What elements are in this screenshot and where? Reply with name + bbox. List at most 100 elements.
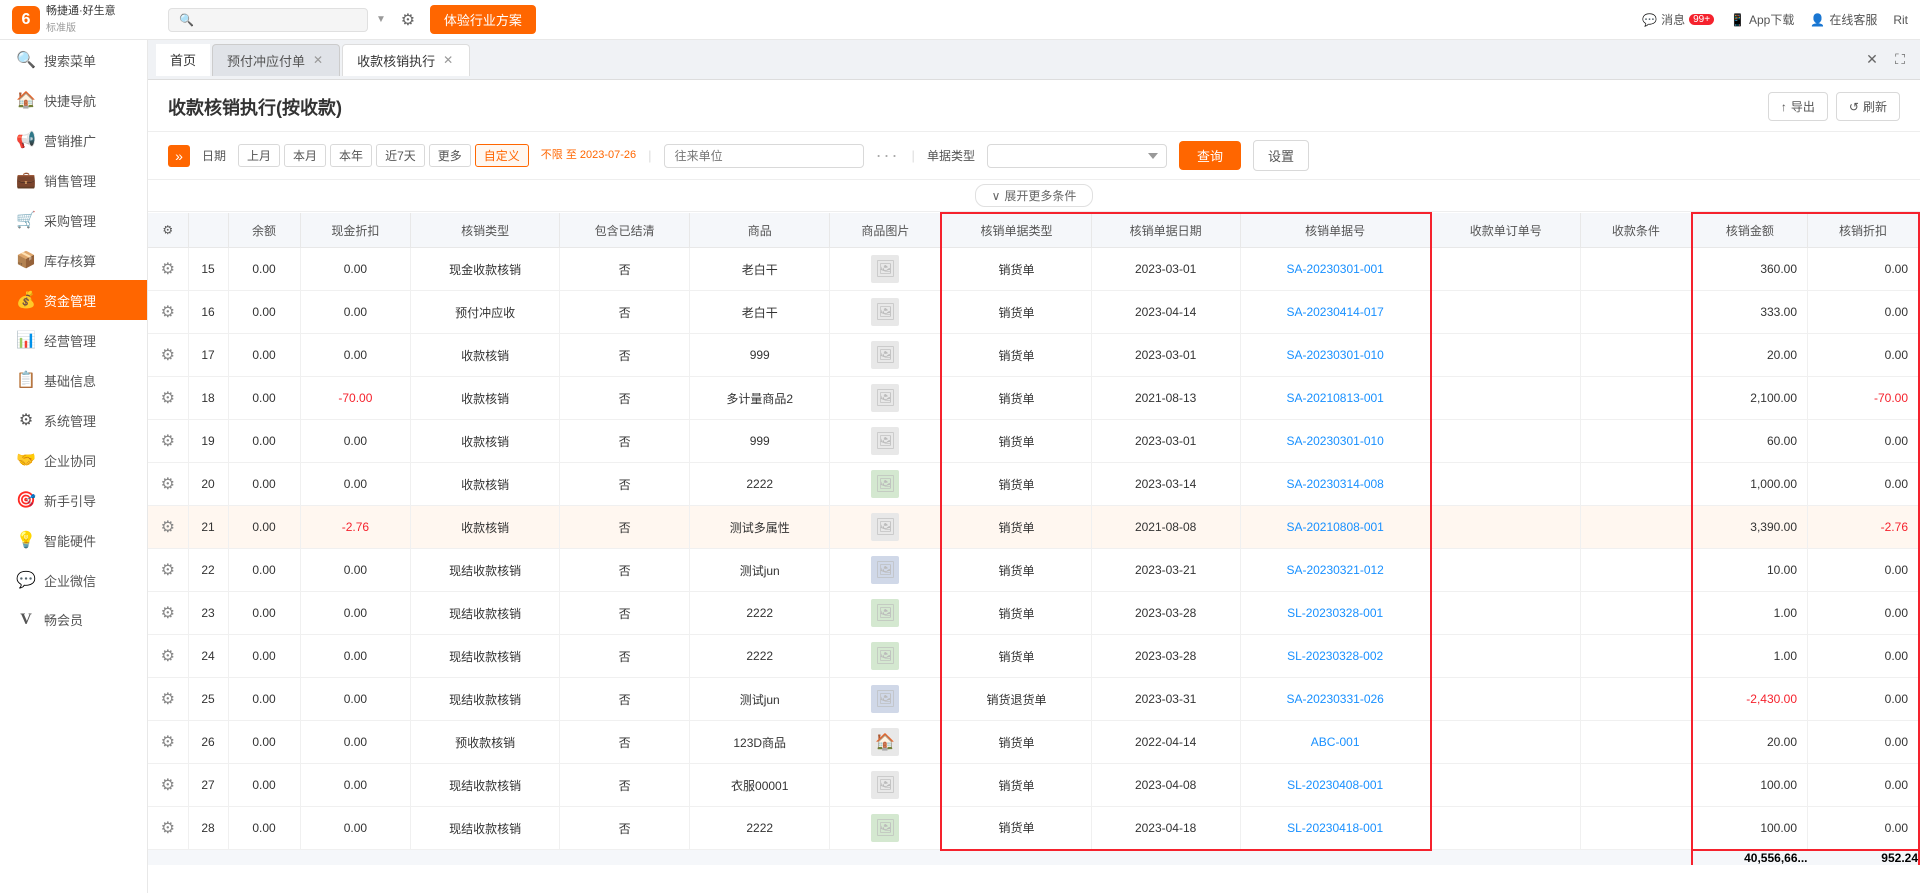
verify-no-link[interactable]: SA-20230321-012	[1286, 563, 1383, 577]
message-area[interactable]: 💬 消息 99+	[1642, 11, 1714, 28]
cell-verify-no[interactable]: SA-20230314-008	[1240, 463, 1431, 506]
verify-no-link[interactable]: SA-20230331-026	[1286, 692, 1383, 706]
sidebar-item-search[interactable]: 🔍 搜索菜单	[0, 40, 147, 80]
cell-verify-no[interactable]: SA-20230331-026	[1240, 678, 1431, 721]
table-settings-icon[interactable]: ⚙	[162, 223, 173, 237]
verify-no-link[interactable]: SL-20230408-001	[1287, 778, 1383, 792]
export-btn[interactable]: ↑ 导出	[1768, 92, 1828, 121]
cell-verify-no[interactable]: SA-20230301-010	[1240, 420, 1431, 463]
tab-home[interactable]: 首页	[156, 44, 210, 76]
sidebar-item-hardware[interactable]: 💡 智能硬件	[0, 520, 147, 560]
industry-solution-btn[interactable]: 体验行业方案	[430, 5, 536, 34]
sidebar-item-basicinfo[interactable]: 📋 基础信息	[0, 360, 147, 400]
user-area[interactable]: Rit	[1893, 13, 1908, 27]
cell-verify-type: 预付冲应收	[411, 291, 560, 334]
online-service-area[interactable]: 👤 在线客服	[1810, 11, 1877, 28]
sidebar-item-marketing[interactable]: 📢 营销推广	[0, 120, 147, 160]
verify-no-link[interactable]: SA-20230301-010	[1286, 348, 1383, 362]
cell-verify-no[interactable]: SA-20230301-010	[1240, 334, 1431, 377]
tab-prepay[interactable]: 预付冲应付单 ✕	[212, 44, 340, 76]
cell-settings[interactable]: ⚙	[148, 334, 188, 377]
cell-goods: 测试多属性	[689, 506, 829, 549]
cell-verify-no[interactable]: ABC-001	[1240, 721, 1431, 764]
cell-settings[interactable]: ⚙	[148, 291, 188, 334]
cell-verify-no[interactable]: SA-20230321-012	[1240, 549, 1431, 592]
cell-settings[interactable]: ⚙	[148, 764, 188, 807]
verify-no-link[interactable]: SL-20230418-001	[1287, 821, 1383, 835]
cell-balance: 0.00	[228, 678, 300, 721]
tab-expand-btn[interactable]: ⛶	[1888, 48, 1912, 72]
sidebar-item-collab[interactable]: 🤝 企业协同	[0, 440, 147, 480]
cell-verify-type: 收款核销	[411, 377, 560, 420]
cell-settings[interactable]: ⚙	[148, 635, 188, 678]
verify-no-link[interactable]: ABC-001	[1311, 735, 1360, 749]
filter-area: » 日期 上月 本月 本年 近7天 更多 自定义 不限 至 2023-07-26…	[148, 132, 1920, 180]
tab-prepay-close[interactable]: ✕	[311, 51, 325, 69]
date-this-month-btn[interactable]: 本月	[284, 144, 326, 167]
cell-settings[interactable]: ⚙	[148, 549, 188, 592]
cell-settings[interactable]: ⚙	[148, 721, 188, 764]
verify-no-link[interactable]: SA-20230414-017	[1286, 305, 1383, 319]
sidebar-item-purchase[interactable]: 🛒 采购管理	[0, 200, 147, 240]
date-last-month-btn[interactable]: 上月	[238, 144, 280, 167]
cell-verify-no[interactable]: SA-20230301-001	[1240, 248, 1431, 291]
sidebar-item-label: 销售管理	[44, 171, 96, 190]
cell-verify-discount: 0.00	[1808, 463, 1919, 506]
verify-no-link[interactable]: SA-20230301-010	[1286, 434, 1383, 448]
verify-no-link[interactable]: SA-20230314-008	[1286, 477, 1383, 491]
cell-verify-no[interactable]: SA-20210813-001	[1240, 377, 1431, 420]
cell-verify-no[interactable]: SL-20230408-001	[1240, 764, 1431, 807]
cell-verify-no[interactable]: SL-20230328-001	[1240, 592, 1431, 635]
tab-verify-close[interactable]: ✕	[441, 51, 455, 69]
cell-settings[interactable]: ⚙	[148, 420, 188, 463]
sidebar-item-wechat[interactable]: 💬 企业微信	[0, 560, 147, 600]
app-badge: 标准版	[46, 19, 116, 34]
verify-no-link[interactable]: SA-20230301-001	[1286, 262, 1383, 276]
sidebar-item-finance[interactable]: 💰 资金管理	[0, 280, 147, 320]
cell-verify-no[interactable]: SA-20230414-017	[1240, 291, 1431, 334]
date-custom-btn[interactable]: 自定义	[475, 144, 529, 167]
cell-verify-no[interactable]: SL-20230328-002	[1240, 635, 1431, 678]
cell-settings[interactable]: ⚙	[148, 506, 188, 549]
date-last7-btn[interactable]: 近7天	[376, 144, 425, 167]
search-query-btn[interactable]: 查询	[1179, 141, 1241, 170]
date-this-year-btn[interactable]: 本年	[330, 144, 372, 167]
col-goods: 商品	[689, 213, 829, 248]
cell-verify-amount: 60.00	[1692, 420, 1808, 463]
sidebar-item-quicknav[interactable]: 🏠 快捷导航	[0, 80, 147, 120]
sidebar-item-sysadmin[interactable]: ⚙ 系统管理	[0, 400, 147, 440]
tab-verify[interactable]: 收款核销执行 ✕	[342, 44, 470, 76]
sidebar-item-sales[interactable]: 💼 销售管理	[0, 160, 147, 200]
global-search-input[interactable]: 🔍	[168, 8, 368, 32]
sidebar-item-inventory[interactable]: 📦 库存核算	[0, 240, 147, 280]
filter-setting-btn[interactable]: 设置	[1253, 140, 1309, 171]
cell-settings[interactable]: ⚙	[148, 248, 188, 291]
settings-gear-btn[interactable]: ⚙	[394, 6, 422, 34]
cell-settings[interactable]: ⚙	[148, 377, 188, 420]
verify-no-link[interactable]: SL-20230328-001	[1287, 606, 1383, 620]
cell-settings[interactable]: ⚙	[148, 807, 188, 850]
sidebar-item-newguide[interactable]: 🎯 新手引导	[0, 480, 147, 520]
cell-verify-no[interactable]: SA-20210808-001	[1240, 506, 1431, 549]
cell-verify-no[interactable]: SL-20230418-001	[1240, 807, 1431, 850]
verify-no-link[interactable]: SL-20230328-002	[1287, 649, 1383, 663]
partner-filter-input[interactable]	[664, 144, 864, 168]
expand-more-btn[interactable]: ∨ 展开更多条件	[975, 184, 1094, 207]
date-more-btn[interactable]: 更多	[429, 144, 471, 167]
cell-settings[interactable]: ⚙	[148, 592, 188, 635]
search-dropdown-arrow[interactable]: ▼	[376, 14, 386, 25]
sidebar-item-management[interactable]: 📊 经营管理	[0, 320, 147, 360]
verify-no-link[interactable]: SA-20210813-001	[1286, 391, 1383, 405]
col-settings[interactable]: ⚙	[148, 213, 188, 248]
tab-close-all-btn[interactable]: ✕	[1860, 48, 1884, 72]
cell-settings[interactable]: ⚙	[148, 678, 188, 721]
refresh-btn[interactable]: ↺ 刷新	[1836, 92, 1900, 121]
app-download-area[interactable]: 📱 App下载	[1730, 11, 1794, 28]
collapse-filter-btn[interactable]: »	[168, 145, 190, 167]
verify-no-link[interactable]: SA-20210808-001	[1286, 520, 1383, 534]
cell-balance: 0.00	[228, 291, 300, 334]
bill-type-select[interactable]	[987, 144, 1167, 168]
cell-verify-type: 现结收款核销	[411, 635, 560, 678]
sidebar-item-vip[interactable]: V 畅会员	[0, 600, 147, 639]
cell-settings[interactable]: ⚙	[148, 463, 188, 506]
